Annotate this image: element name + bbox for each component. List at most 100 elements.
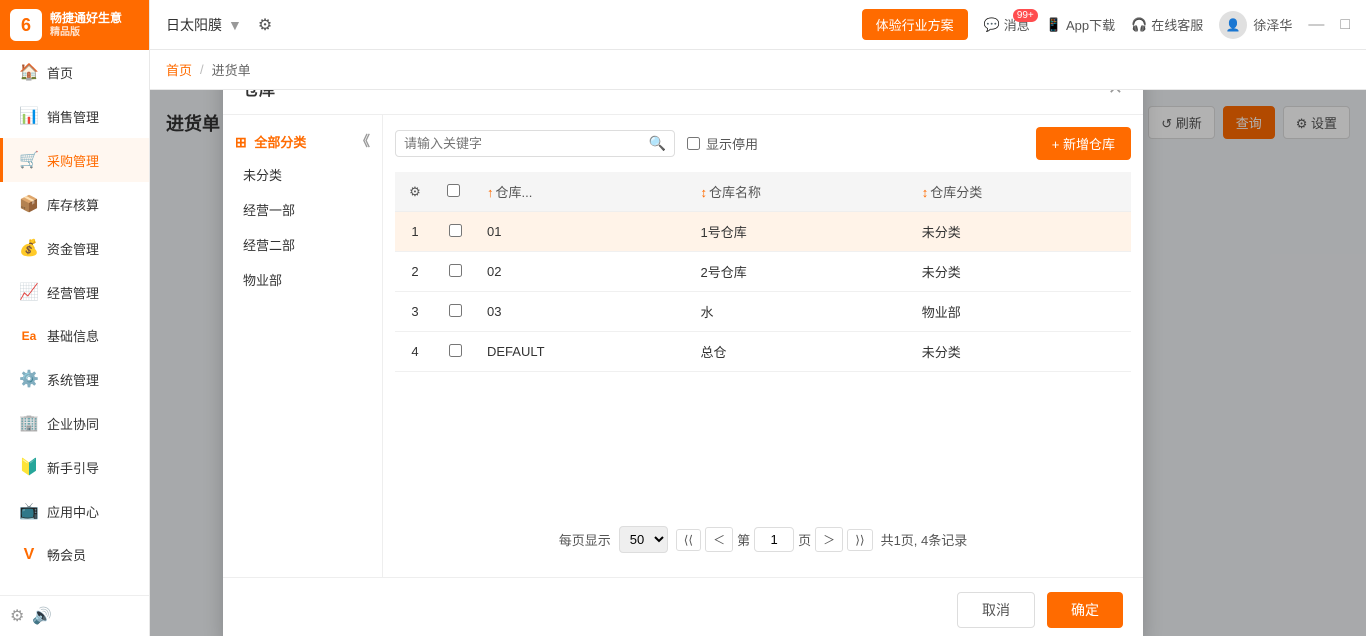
breadcrumb-home[interactable]: 首页	[166, 60, 192, 79]
sidebar-item-member[interactable]: V 畅会员	[0, 533, 149, 576]
dropdown-icon: ▼	[228, 17, 242, 33]
main-area: 日太阳膜 ▼ ⚙ 体验行业方案 💬 消息 99+ 📱 App下载 🎧 在线客服 …	[150, 0, 1366, 636]
logo-icon: 6	[10, 9, 42, 41]
col-settings: ⚙	[395, 172, 435, 212]
cancel-btn[interactable]: 取消	[957, 592, 1035, 628]
per-page-select[interactable]: 50	[619, 526, 668, 553]
sidebar-item-sales[interactable]: 📊 销售管理	[0, 94, 149, 138]
row-num: 4	[395, 332, 435, 372]
page-last-btn[interactable]: ⟩⟩	[847, 529, 872, 551]
row-checkbox[interactable]	[449, 344, 462, 357]
sidebar-item-home[interactable]: 🏠 首页	[0, 50, 149, 94]
row-category: 未分类	[910, 332, 1131, 372]
breadcrumb-bar: 首页 / 进货单	[150, 50, 1366, 90]
search-input[interactable]	[404, 136, 643, 151]
row-code: 02	[475, 252, 689, 292]
settings-icon[interactable]: ⚙	[258, 15, 272, 35]
modal-header: 仓库 ✕	[223, 90, 1143, 115]
row-category: 物业部	[910, 292, 1131, 332]
page-nav: ⟨⟨ ＜ 第 页 ＞ ⟩⟩	[676, 527, 873, 552]
row-name: 水	[689, 292, 910, 332]
confirm-btn[interactable]: 确定	[1047, 592, 1123, 628]
sidebar-footer: ⚙ 🔊	[0, 595, 149, 636]
table-row[interactable]: 4 DEFAULT 总仓 未分类	[395, 332, 1131, 372]
apps-icon: 📺	[19, 501, 39, 521]
category-item-property[interactable]: 物业部	[223, 262, 382, 297]
row-code: 03	[475, 292, 689, 332]
topbar: 日太阳膜 ▼ ⚙ 体验行业方案 💬 消息 99+ 📱 App下载 🎧 在线客服 …	[150, 0, 1366, 50]
page-label: 第	[737, 530, 750, 549]
guide-icon: 🔰	[19, 457, 39, 477]
finance-icon: 💰	[19, 238, 39, 258]
category-panel: ⊞ 全部分类 《 未分类 经营一部 经营二部 物业部	[223, 115, 383, 577]
sidebar-item-base[interactable]: Ea 基础信息	[0, 314, 149, 357]
search-icon[interactable]: 🔍	[649, 135, 666, 152]
row-checkbox[interactable]	[449, 304, 462, 317]
sales-icon: 📊	[19, 106, 39, 126]
mobile-icon: 📱	[1046, 17, 1062, 33]
breadcrumb-current: 进货单	[212, 60, 251, 79]
modal-close-icon[interactable]: ✕	[1108, 90, 1123, 99]
brand-selector[interactable]: 日太阳膜 ▼	[166, 15, 242, 35]
window-minimize-icon[interactable]: —	[1308, 16, 1324, 34]
message-btn[interactable]: 💬 消息 99+	[984, 15, 1030, 34]
row-name: 2号仓库	[689, 252, 910, 292]
category-item-ops2[interactable]: 经营二部	[223, 227, 382, 262]
trial-btn[interactable]: 体验行业方案	[862, 9, 968, 40]
row-code: DEFAULT	[475, 332, 689, 372]
sound-footer-icon[interactable]: 🔊	[32, 606, 52, 626]
sidebar-nav: 🏠 首页 📊 销售管理 🛒 采购管理 📦 库存核算 💰 资金管理 📈 经营管理 …	[0, 50, 149, 595]
sidebar-item-inventory[interactable]: 📦 库存核算	[0, 182, 149, 226]
table-row[interactable]: 2 02 2号仓库 未分类	[395, 252, 1131, 292]
table-row[interactable]: 3 03 水 物业部	[395, 292, 1131, 332]
category-item-unclassified[interactable]: 未分类	[223, 157, 382, 192]
settings-footer-icon[interactable]: ⚙	[10, 606, 24, 626]
table-toolbar: 🔍 显示停用 + 新增仓库	[395, 127, 1131, 160]
all-categories-btn[interactable]: ⊞ 全部分类 《	[223, 125, 382, 157]
modal-body: ⊞ 全部分类 《 未分类 经营一部 经营二部 物业部	[223, 115, 1143, 577]
grid-icon: ⊞	[235, 134, 247, 150]
collapse-icon[interactable]: 《	[356, 131, 370, 151]
message-badge: 99+	[1013, 9, 1038, 22]
pagination: 每页显示 50 ⟨⟨ ＜ 第 页 ＞ ⟩⟩	[395, 514, 1131, 565]
page-unit: 页	[798, 530, 811, 549]
row-checkbox[interactable]	[449, 224, 462, 237]
col-category: ↕仓库分类	[910, 172, 1131, 212]
sidebar: 6 畅捷通好生意 精品版 🏠 首页 📊 销售管理 🛒 采购管理 📦 库存核算 💰…	[0, 0, 150, 636]
app-download-btn[interactable]: 📱 App下载	[1046, 15, 1115, 34]
page-input[interactable]	[754, 527, 794, 552]
sidebar-item-enterprise[interactable]: 🏢 企业协同	[0, 401, 149, 445]
purchase-icon: 🛒	[19, 150, 39, 170]
table-row[interactable]: 1 01 1号仓库 未分类	[395, 212, 1131, 252]
message-icon: 💬	[984, 17, 1000, 33]
new-warehouse-btn[interactable]: + 新增仓库	[1036, 127, 1131, 160]
show-disabled-checkbox[interactable]	[687, 137, 700, 150]
row-code: 01	[475, 212, 689, 252]
sidebar-item-finance[interactable]: 💰 资金管理	[0, 226, 149, 270]
warehouse-modal: 仓库 ✕ ⊞ 全部分类 《 未分类	[223, 90, 1143, 636]
breadcrumb-separator: /	[200, 62, 204, 77]
col-name: ↕仓库名称	[689, 172, 910, 212]
sidebar-item-apps[interactable]: 📺 应用中心	[0, 489, 149, 533]
sidebar-item-operations[interactable]: 📈 经营管理	[0, 270, 149, 314]
row-num: 2	[395, 252, 435, 292]
window-maximize-icon[interactable]: □	[1340, 16, 1350, 34]
customer-service-btn[interactable]: 🎧 在线客服	[1131, 15, 1203, 34]
page-prev-btn[interactable]: ＜	[705, 527, 733, 552]
col-code: ↑仓库...	[475, 172, 689, 212]
headset-icon: 🎧	[1131, 17, 1147, 33]
modal-footer: 取消 确定	[223, 577, 1143, 636]
show-disabled-label[interactable]: 显示停用	[687, 134, 758, 153]
row-name: 总仓	[689, 332, 910, 372]
member-icon: V	[19, 546, 39, 564]
user-info[interactable]: 👤 徐泽华	[1219, 11, 1292, 39]
sidebar-item-purchase[interactable]: 🛒 采购管理	[0, 138, 149, 182]
row-checkbox[interactable]	[449, 264, 462, 277]
avatar: 👤	[1219, 11, 1247, 39]
category-item-ops1[interactable]: 经营一部	[223, 192, 382, 227]
sidebar-item-guide[interactable]: 🔰 新手引导	[0, 445, 149, 489]
page-next-btn[interactable]: ＞	[815, 527, 843, 552]
select-all-checkbox[interactable]	[447, 184, 460, 197]
page-first-btn[interactable]: ⟨⟨	[676, 529, 701, 551]
sidebar-item-system[interactable]: ⚙️ 系统管理	[0, 357, 149, 401]
